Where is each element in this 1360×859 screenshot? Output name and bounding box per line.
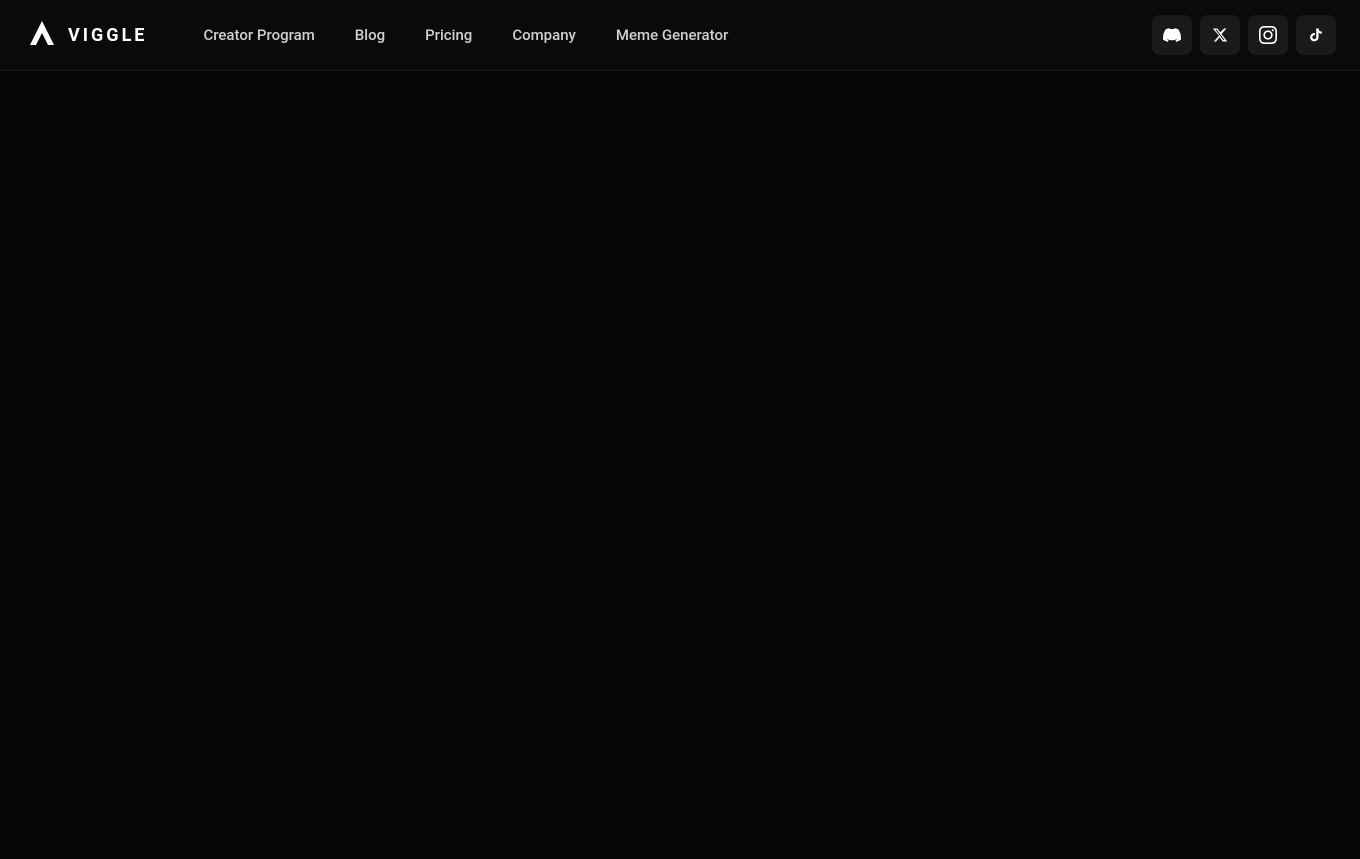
logo[interactable]: VIGGLE <box>24 17 147 53</box>
logo-text: VIGGLE <box>68 25 147 46</box>
nav-links: Creator Program Blog Pricing Company Mem… <box>187 18 744 52</box>
tiktok-icon <box>1308 27 1324 43</box>
discord-button[interactable] <box>1152 15 1192 55</box>
navbar: VIGGLE Creator Program Blog Pricing Comp… <box>0 0 1360 71</box>
tiktok-button[interactable] <box>1296 15 1336 55</box>
viggle-logo-icon <box>24 17 60 53</box>
nav-link-pricing[interactable]: Pricing <box>409 18 488 52</box>
nav-link-blog[interactable]: Blog <box>339 18 401 52</box>
twitter-button[interactable] <box>1200 15 1240 55</box>
nav-link-company[interactable]: Company <box>496 18 592 52</box>
discord-icon <box>1163 26 1181 44</box>
instagram-icon <box>1259 26 1277 44</box>
navbar-right <box>1152 15 1336 55</box>
nav-link-meme-generator[interactable]: Meme Generator <box>600 18 744 52</box>
nav-link-creator-program[interactable]: Creator Program <box>187 18 330 52</box>
main-content <box>0 71 1360 859</box>
navbar-left: VIGGLE Creator Program Blog Pricing Comp… <box>24 17 744 53</box>
instagram-button[interactable] <box>1248 15 1288 55</box>
twitter-icon <box>1212 27 1228 43</box>
